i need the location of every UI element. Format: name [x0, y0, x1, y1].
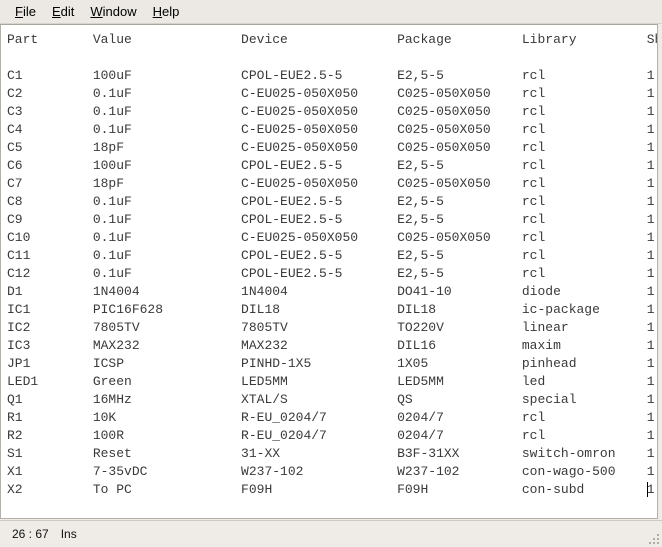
bom-text-area[interactable]: Part Value Device Package Library Sheet … [0, 24, 658, 519]
table-row: C4 0.1uF C-EU025-050X050 C025-050X050 rc… [7, 122, 655, 137]
table-row: C6 100uF CPOL-EUE2.5-5 E2,5-5 rcl 1 [7, 158, 655, 173]
menu-help-mnemonic: H [152, 3, 163, 19]
menu-file-mnemonic: F [15, 3, 23, 19]
table-row: LED1 Green LED5MM LED5MM led 1 [7, 374, 655, 389]
table-row: C8 0.1uF CPOL-EUE2.5-5 E2,5-5 rcl 1 [7, 194, 655, 209]
menu-window-rest: indow [102, 3, 137, 19]
status-insert-mode: Ins [60, 527, 77, 541]
table-row: S1 Reset 31-XX B3F-31XX switch-omron 1 [7, 446, 655, 461]
menu-file-rest: ile [22, 3, 36, 19]
table-row: X1 7-35vDC W237-102 W237-102 con-wago-50… [7, 464, 655, 479]
table-row: C10 0.1uF C-EU025-050X050 C025-050X050 r… [7, 230, 655, 245]
table-row: C5 18pF C-EU025-050X050 C025-050X050 rcl… [7, 140, 655, 155]
table-header-row: Part Value Device Package Library Sheet [7, 32, 658, 47]
bom-document[interactable]: Part Value Device Package Library Sheet … [1, 25, 657, 518]
table-row: C7 18pF C-EU025-050X050 C025-050X050 rcl… [7, 176, 655, 191]
resize-grip-icon[interactable] [647, 532, 661, 546]
menu-edit-mnemonic: E [51, 3, 61, 19]
table-row: IC2 7805TV 7805TV TO220V linear 1 [7, 320, 655, 335]
menu-item-file[interactable]: File [10, 2, 47, 22]
table-row: C12 0.1uF CPOL-EUE2.5-5 E2,5-5 rcl 1 [7, 266, 655, 281]
table-row: D1 1N4004 1N4004 DO41-10 diode 1 [7, 284, 655, 299]
table-row: C2 0.1uF C-EU025-050X050 C025-050X050 rc… [7, 86, 655, 101]
menu-edit-rest: dit [60, 3, 75, 19]
table-row: C11 0.1uF CPOL-EUE2.5-5 E2,5-5 rcl 1 [7, 248, 655, 263]
menu-bar: File Edit Window Help [0, 0, 662, 24]
bom-window: File Edit Window Help Part Value Device … [0, 0, 662, 547]
status-bar: 26 : 67 Ins [0, 520, 662, 547]
menu-item-help[interactable]: Help [148, 2, 191, 22]
table-row: C1 100uF CPOL-EUE2.5-5 E2,5-5 rcl 1 [7, 68, 655, 83]
table-row: IC3 MAX232 MAX232 DIL16 maxim 1 [7, 338, 655, 353]
status-cursor-position: 26 : 67 [12, 527, 49, 541]
table-row: IC1 PIC16F628 DIL18 DIL18 ic-package 1 [7, 302, 655, 317]
table-row: R1 10K R-EU_0204/7 0204/7 rcl 1 [7, 410, 655, 425]
table-row: JP1 ICSP PINHD-1X5 1X05 pinhead 1 [7, 356, 655, 371]
text-caret [646, 482, 648, 497]
menu-item-window[interactable]: Window [85, 2, 147, 22]
table-row: R2 100R R-EU_0204/7 0204/7 rcl 1 [7, 428, 655, 443]
table-row: C9 0.1uF CPOL-EUE2.5-5 E2,5-5 rcl 1 [7, 212, 655, 227]
table-row: C3 0.1uF C-EU025-050X050 C025-050X050 rc… [7, 104, 655, 119]
menu-help-rest: elp [162, 3, 180, 19]
table-row: X2 To PC F09H F09H con-subd 1 [7, 482, 655, 497]
table-row: Q1 16MHz XTAL/S QS special 1 [7, 392, 655, 407]
table-header-separator [7, 49, 657, 67]
menu-item-edit[interactable]: Edit [47, 2, 85, 22]
menu-window-mnemonic: W [90, 3, 103, 19]
